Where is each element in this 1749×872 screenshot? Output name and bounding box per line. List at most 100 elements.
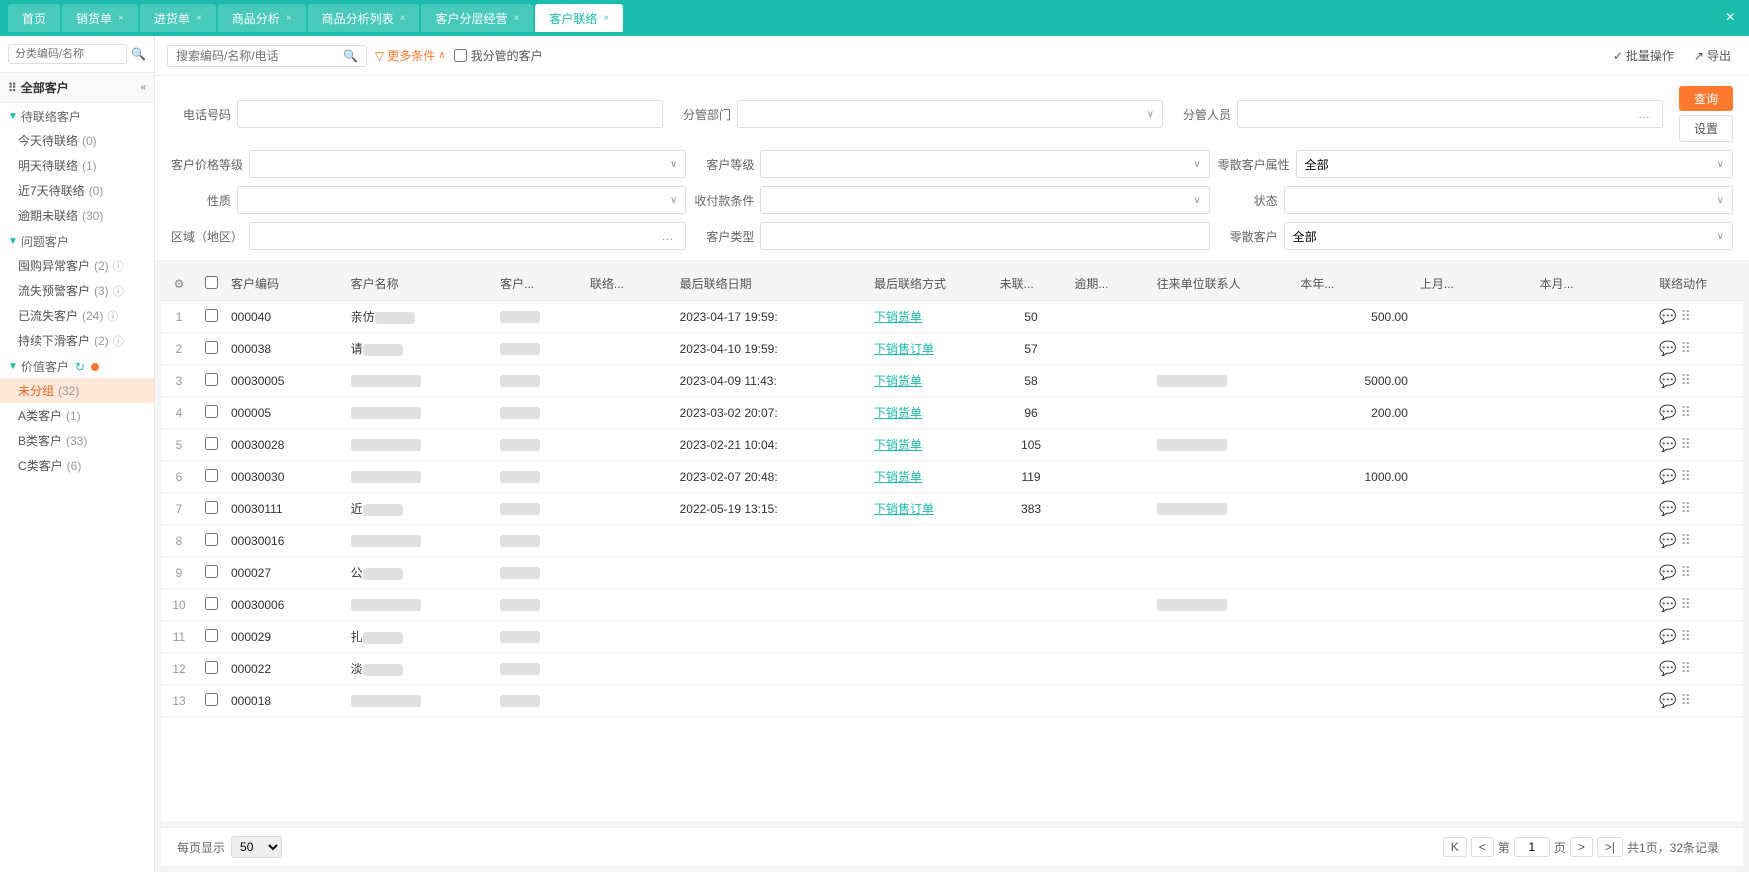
method-link[interactable]: 下销售订单 — [874, 502, 934, 516]
next-page-btn[interactable]: > — [1570, 837, 1593, 857]
close-all-tabs[interactable]: × — [1720, 9, 1741, 27]
close-tab-sales-order[interactable]: × — [118, 13, 124, 24]
sidebar-item-tomorrow[interactable]: 明天待联络 (1) — [0, 153, 154, 178]
more-action-icon[interactable]: ⠿ — [1681, 500, 1691, 517]
sidebar-item-overdue[interactable]: 逾期未联络 (30) — [0, 203, 154, 228]
sidebar-item-class-b[interactable]: B类客户 (33) — [0, 428, 154, 453]
more-conditions-btn[interactable]: ▽ 更多条件 ∧ — [375, 47, 446, 64]
close-tab-product-analysis[interactable]: × — [286, 13, 292, 24]
sidebar-item-lost[interactable]: 已流失客户 (24) ⓘ — [0, 303, 154, 328]
reset-btn[interactable]: 设置 — [1679, 115, 1733, 142]
tab-purchase-order[interactable]: 进货单 × — [140, 4, 216, 32]
sidebar-item-abnormal[interactable]: 囤购异常客户 (2) ⓘ — [0, 253, 154, 278]
region-input[interactable]: … — [249, 222, 686, 250]
prev-page-btn[interactable]: < — [1471, 837, 1494, 857]
export-btn[interactable]: ↗ 导出 — [1688, 44, 1737, 67]
filter-search-box[interactable]: 🔍 — [167, 45, 367, 67]
my-customers-checkbox[interactable]: 我分管的客户 — [454, 47, 543, 64]
gender-input[interactable]: ∨ — [237, 186, 686, 214]
person-input[interactable]: … — [1237, 100, 1663, 128]
query-btn[interactable]: 查询 — [1679, 86, 1733, 111]
payment-input[interactable]: ∨ — [760, 186, 1209, 214]
sidebar-item-7days[interactable]: 近7天待联络 (0) — [0, 178, 154, 203]
method-link[interactable]: 下销货单 — [874, 374, 922, 388]
message-icon[interactable]: 💬 — [1659, 468, 1676, 485]
select-all-checkbox[interactable] — [205, 276, 218, 289]
method-link[interactable]: 下销货单 — [874, 310, 922, 324]
sidebar-item-warning[interactable]: 流失预警客户 (3) ⓘ — [0, 278, 154, 303]
more-action-icon[interactable]: ⠿ — [1681, 372, 1691, 389]
message-icon[interactable]: 💬 — [1659, 340, 1676, 357]
close-tab-customer-tier[interactable]: × — [513, 13, 519, 24]
my-customers-check[interactable] — [454, 49, 467, 62]
sidebar-item-class-c[interactable]: C类客户 (6) — [0, 453, 154, 478]
row-checkbox[interactable] — [205, 693, 218, 706]
row-checkbox[interactable] — [205, 533, 218, 546]
more-action-icon[interactable]: ⠿ — [1681, 596, 1691, 613]
last-page-btn[interactable]: >| — [1597, 837, 1623, 857]
message-icon[interactable]: 💬 — [1659, 404, 1676, 421]
close-tab-product-list[interactable]: × — [400, 13, 406, 24]
filter-search-icon[interactable]: 🔍 — [343, 49, 358, 63]
batch-ops-btn[interactable]: ✓ 批量操作 — [1607, 44, 1680, 67]
more-action-icon[interactable]: ⠿ — [1681, 468, 1691, 485]
row-checkbox[interactable] — [205, 405, 218, 418]
close-tab-purchase-order[interactable]: × — [196, 13, 202, 24]
cust-type-input[interactable] — [760, 222, 1209, 250]
phone-input[interactable] — [237, 100, 663, 128]
more-action-icon[interactable]: ⠿ — [1681, 628, 1691, 645]
more-action-icon[interactable]: ⠿ — [1681, 532, 1691, 549]
region-more-btn[interactable]: … — [657, 229, 677, 243]
row-checkbox[interactable] — [205, 501, 218, 514]
row-checkbox[interactable] — [205, 437, 218, 450]
method-link[interactable]: 下销货单 — [874, 470, 922, 484]
row-checkbox[interactable] — [205, 629, 218, 642]
row-checkbox[interactable] — [205, 469, 218, 482]
person-more-btn[interactable]: … — [1634, 107, 1654, 121]
price-grade-input[interactable]: ∨ — [249, 150, 686, 178]
page-input[interactable] — [1514, 837, 1550, 857]
tab-product-list[interactable]: 商品分析列表 × — [308, 4, 420, 32]
more-action-icon[interactable]: ⠿ — [1681, 308, 1691, 325]
retail-cust-input[interactable]: 全部 ∨ — [1284, 222, 1733, 250]
message-icon[interactable]: 💬 — [1659, 308, 1676, 325]
tab-customer-tier[interactable]: 客户分层经营 × — [421, 4, 533, 32]
row-checkbox[interactable] — [205, 373, 218, 386]
sidebar-search-input[interactable] — [8, 44, 127, 64]
message-icon[interactable]: 💬 — [1659, 564, 1676, 581]
refresh-icon[interactable]: ↻ — [75, 360, 85, 374]
message-icon[interactable]: 💬 — [1659, 500, 1676, 517]
method-link[interactable]: 下销售订单 — [874, 342, 934, 356]
tab-customer-contact[interactable]: 客户联络 × — [535, 4, 623, 32]
sidebar-item-declining[interactable]: 持续下滑客户 (2) ⓘ — [0, 328, 154, 353]
gear-icon[interactable]: ⚙ — [174, 277, 185, 291]
more-action-icon[interactable]: ⠿ — [1681, 564, 1691, 581]
per-page-select[interactable]: 50 20 100 — [231, 836, 282, 858]
more-action-icon[interactable]: ⠿ — [1681, 436, 1691, 453]
all-customers-header[interactable]: ⠿ 全部客户 « — [0, 73, 154, 103]
row-checkbox[interactable] — [205, 341, 218, 354]
cust-grade-input[interactable]: ∨ — [760, 150, 1209, 178]
more-action-icon[interactable]: ⠿ — [1681, 404, 1691, 421]
row-checkbox[interactable] — [205, 597, 218, 610]
message-icon[interactable]: 💬 — [1659, 532, 1676, 549]
status-input[interactable]: ∨ — [1284, 186, 1733, 214]
more-action-icon[interactable]: ⠿ — [1681, 660, 1691, 677]
th-gear[interactable]: ⚙ — [161, 267, 197, 301]
row-checkbox[interactable] — [205, 661, 218, 674]
row-checkbox[interactable] — [205, 309, 218, 322]
tab-home[interactable]: 首页 — [8, 4, 60, 32]
sidebar-item-ungroup[interactable]: 未分组 (32) — [0, 378, 154, 403]
tab-sales-order[interactable]: 销货单 × — [62, 4, 138, 32]
message-icon[interactable]: 💬 — [1659, 436, 1676, 453]
dept-input[interactable]: ∨ — [737, 100, 1163, 128]
sidebar-search-icon[interactable]: 🔍 — [131, 47, 146, 61]
row-checkbox[interactable] — [205, 565, 218, 578]
message-icon[interactable]: 💬 — [1659, 660, 1676, 677]
sidebar-item-class-a[interactable]: A类客户 (1) — [0, 403, 154, 428]
tab-product-analysis[interactable]: 商品分析 × — [218, 4, 306, 32]
more-action-icon[interactable]: ⠿ — [1681, 692, 1691, 709]
first-page-btn[interactable]: K — [1443, 837, 1467, 857]
method-link[interactable]: 下销货单 — [874, 438, 922, 452]
message-icon[interactable]: 💬 — [1659, 372, 1676, 389]
